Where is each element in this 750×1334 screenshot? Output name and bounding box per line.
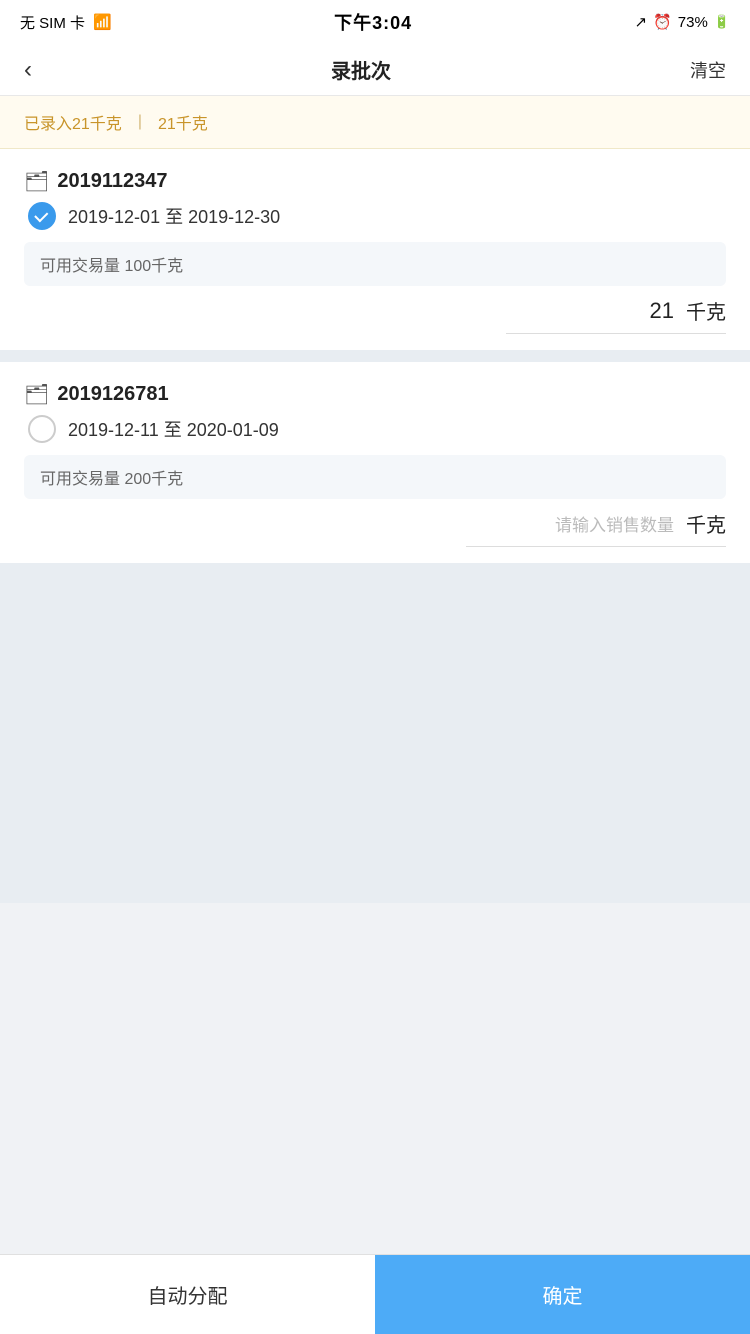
auto-distribute-button[interactable]: 自动分配 xyxy=(0,1255,375,1334)
batch-1-qty-input[interactable] xyxy=(614,298,674,324)
batch-2-input-row: 请输入销售数量 千克 xyxy=(24,509,726,546)
batch-2-date: 2019-12-11 至 2020-01-09 xyxy=(68,416,279,442)
banner-divider: | xyxy=(138,113,142,131)
batch-2-placeholder: 请输入销售数量 xyxy=(555,511,674,536)
section-divider xyxy=(0,350,750,362)
status-right: ↗ ⏰ 73% 🔋 xyxy=(635,13,730,31)
batch-item-1: 🗂 2019112347 2019-12-01 至 2019-12-30 可用交… xyxy=(0,149,750,286)
nav-bar: ‹ 录批次 清空 xyxy=(0,44,750,96)
status-bar: 无 SIM 卡 📶 下午3:04 ↗ ⏰ 73% 🔋 xyxy=(0,0,750,44)
location-icon: ↗ xyxy=(635,13,648,31)
batch-2-number: 2019126781 xyxy=(57,383,168,406)
batch-1-avail: 可用交易量 100千克 xyxy=(24,242,726,286)
wifi-icon: 📶 xyxy=(93,13,112,31)
sim-text: 无 SIM 卡 xyxy=(20,12,85,33)
batch-2-divider xyxy=(466,546,726,547)
page-title: 录批次 xyxy=(331,55,391,84)
batch-1-divider xyxy=(506,333,726,334)
batch-1-number: 2019112347 xyxy=(57,170,167,193)
batch-2-unit: 千克 xyxy=(686,509,726,538)
batch-item-2: 🗂 2019126781 2019-12-11 至 2020-01-09 可用交… xyxy=(0,362,750,499)
back-button[interactable]: ‹ xyxy=(24,56,32,84)
info-banner: 已录入21千克 | 21千克 xyxy=(0,96,750,149)
batch-2-row: 2019-12-11 至 2020-01-09 xyxy=(24,415,726,443)
status-time: 下午3:04 xyxy=(334,9,412,35)
batch-2-avail: 可用交易量 200千克 xyxy=(24,455,726,499)
confirm-button[interactable]: 确定 xyxy=(375,1255,750,1334)
batch-1-input-wrapper: 千克 xyxy=(0,286,750,350)
batch-1-header: 🗂 2019112347 xyxy=(24,169,726,194)
batch-1-date: 2019-12-01 至 2019-12-30 xyxy=(68,203,280,229)
batch-1-row: 2019-12-01 至 2019-12-30 xyxy=(24,202,726,230)
batch-2-header: 🗂 2019126781 xyxy=(24,382,726,407)
battery-text: 73% xyxy=(678,14,708,31)
batch-1-input-row: 千克 xyxy=(24,296,726,333)
status-left: 无 SIM 卡 📶 xyxy=(20,12,112,33)
banner-value: 21千克 xyxy=(158,110,208,134)
batch-1-radio[interactable] xyxy=(28,202,56,230)
empty-area xyxy=(0,563,750,903)
batch-1-unit: 千克 xyxy=(686,296,726,325)
recorded-label: 已录入21千克 xyxy=(24,110,122,134)
batch-2-radio[interactable] xyxy=(28,415,56,443)
batch-2-input-wrapper: 请输入销售数量 千克 xyxy=(0,499,750,563)
battery-icon: 🔋 xyxy=(714,14,730,30)
alarm-icon: ⏰ xyxy=(653,13,672,31)
bottom-bar: 自动分配 确定 xyxy=(0,1254,750,1334)
batch-1-icon: 🗂 xyxy=(24,169,49,194)
clear-button[interactable]: 清空 xyxy=(690,57,726,83)
batch-2-icon: 🗂 xyxy=(24,382,49,407)
